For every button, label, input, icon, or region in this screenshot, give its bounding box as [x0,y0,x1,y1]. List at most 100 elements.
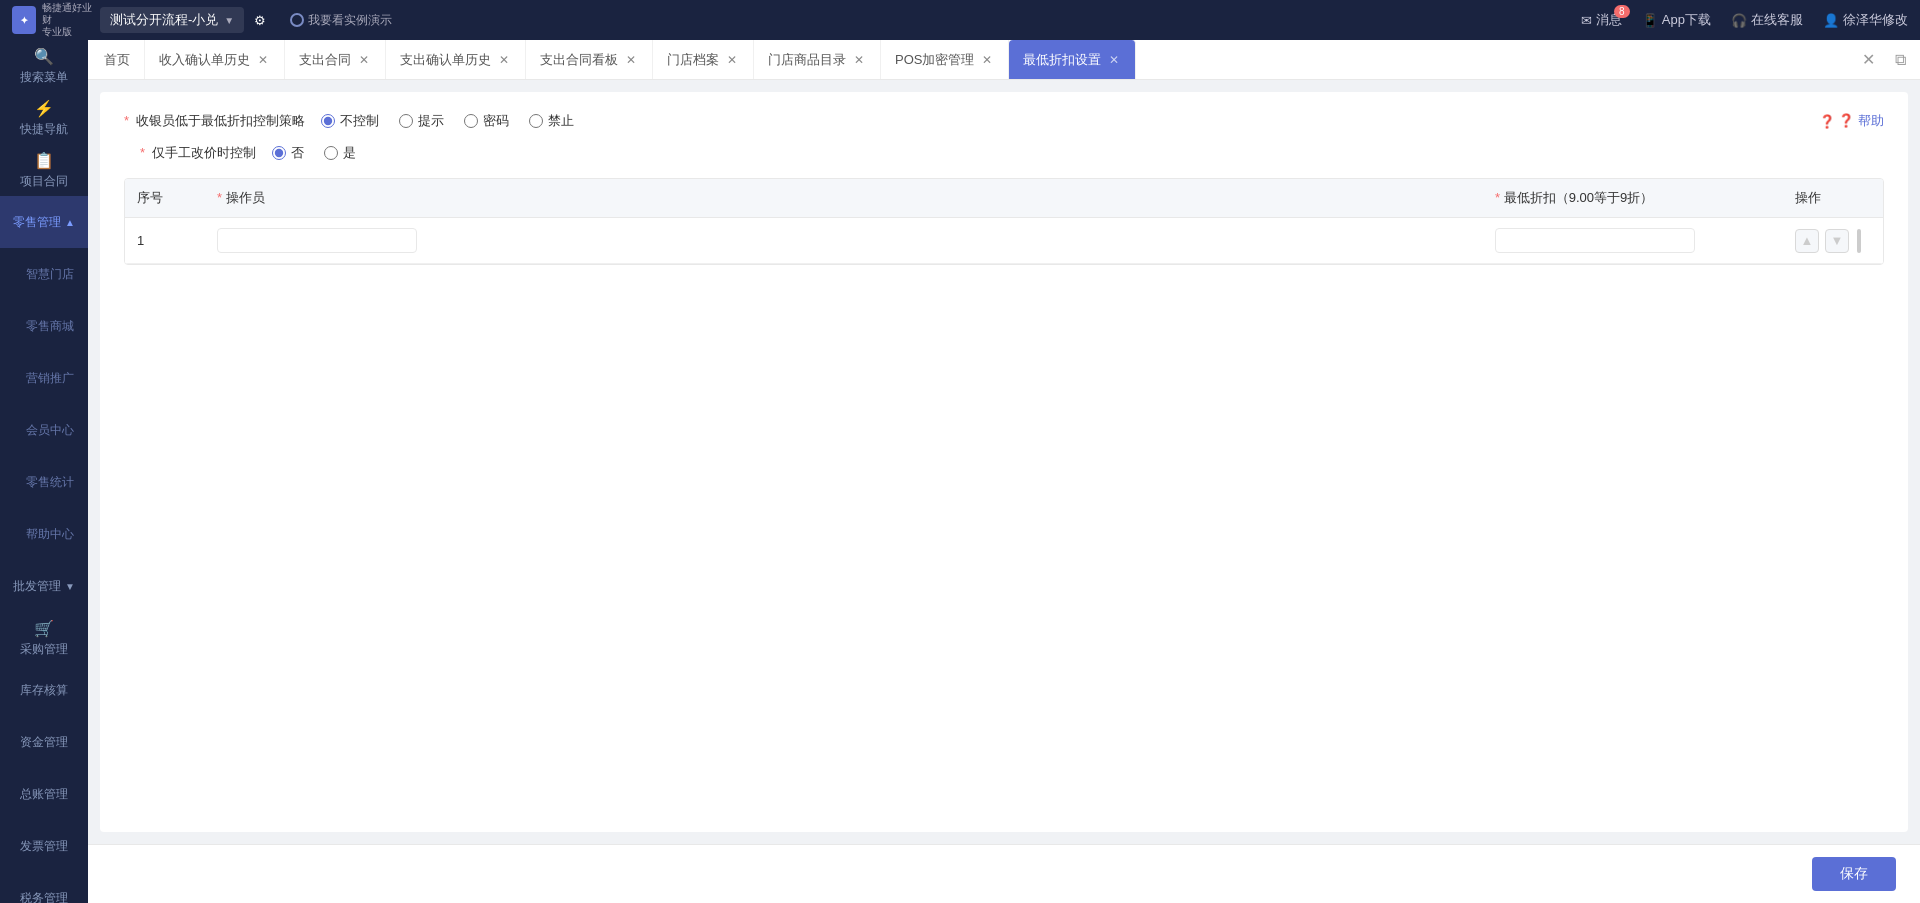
td-actions-1: ▲ ▼ [1783,219,1883,263]
contract-icon: 📋 [34,151,54,170]
sidebar-item-invoice-mgmt[interactable]: 税务管理 [0,872,88,903]
tab-close-payment-contract[interactable]: ✕ [357,53,371,67]
page-content: * 收银员低于最低折扣控制策略 不控制 提示 [88,80,1920,844]
maximize-tab-button[interactable]: ⧉ [1889,49,1912,71]
radio-forbid-input[interactable] [529,114,543,128]
sidebar-item-marketing[interactable]: 营销推广 [0,352,88,404]
form-row-discount-control: * 收银员低于最低折扣控制策略 不控制 提示 [124,112,1884,130]
tab-income-confirm-history[interactable]: 收入确认单历史 ✕ [145,40,285,80]
move-down-button[interactable]: ▼ [1825,229,1849,253]
tab-store-files[interactable]: 门店档案 ✕ [653,40,754,80]
ecommerce-icon: 🛒 [34,619,54,638]
td-seq-1: 1 [125,223,205,258]
sidebar-item-fund-mgmt[interactable]: 总账管理 [0,768,88,820]
table-header: 序号 * 操作员 * 最低折扣（9.00等于9折） 操作 [125,179,1883,218]
td-operator-1[interactable] [205,218,1483,263]
radio-yes-input[interactable] [324,146,338,160]
main-layout: 🔍 搜索菜单 ⚡ 快捷导航 📋 项目合同 零售管理 ▲ 智慧门店 零售商城 营销… [0,40,1920,903]
project-dropdown-arrow: ▼ [224,15,234,26]
radio-forbid[interactable]: 禁止 [529,112,574,130]
tab-close-store-files[interactable]: ✕ [725,53,739,67]
min-discount-input[interactable] [1495,228,1695,253]
close-tab-button[interactable]: ✕ [1856,48,1881,71]
radio-no[interactable]: 否 [272,144,304,162]
sidebar-item-quick-nav[interactable]: ⚡ 快捷导航 [0,92,88,144]
tab-bar-actions: ✕ ⧉ [1856,48,1912,71]
form-row-manual-price-control: * 仅手工改价时控制 否 是 [124,144,1884,162]
tab-payment-contract[interactable]: 支出合同 ✕ [285,40,386,80]
sidebar-item-retail-mall[interactable]: 零售商城 [0,300,88,352]
radio-no-input[interactable] [272,146,286,160]
tab-payment-confirm-history[interactable]: 支出确认单历史 ✕ [386,40,526,80]
radio-no-control-input[interactable] [321,114,335,128]
app-download-item[interactable]: 📱 App下载 [1642,11,1711,29]
required-marker-2: * [140,145,145,160]
tab-home[interactable]: 首页 [96,40,145,80]
save-button[interactable]: 保存 [1812,857,1896,891]
tab-close-min-discount-settings[interactable]: ✕ [1107,53,1121,67]
message-badge: 8 [1614,5,1630,18]
sidebar-item-smart-store[interactable]: 智慧门店 [0,248,88,300]
tab-close-income-confirm-history[interactable]: ✕ [256,53,270,67]
top-bar-right: ✉ 消息 8 📱 App下载 🎧 在线客服 👤 徐泽华修改 [1581,11,1908,29]
help-icon: ❓ [1819,114,1835,129]
radio-yes[interactable]: 是 [324,144,356,162]
project-name: 测试分开流程-小兑 [110,11,218,29]
radio-prompt[interactable]: 提示 [399,112,444,130]
manual-price-control-label: * 仅手工改价时控制 [140,144,256,162]
search-icon: 🔍 [34,47,54,66]
sidebar-item-project-contract[interactable]: 📋 项目合同 [0,144,88,196]
operator-input[interactable] [217,228,417,253]
discount-control-radio-group: 不控制 提示 密码 禁止 [321,112,574,130]
message-icon: ✉ [1581,13,1592,28]
demo-dot-icon [290,13,304,27]
th-actions: 操作 [1783,179,1883,217]
sidebar-item-purchase-mgmt[interactable]: 库存核算 [0,664,88,716]
td-min-discount-1[interactable] [1483,218,1783,263]
message-item[interactable]: ✉ 消息 8 [1581,11,1622,29]
radio-password-input[interactable] [464,114,478,128]
scroll-indicator [1857,229,1861,253]
sidebar-item-help-center[interactable]: 帮助中心 [0,508,88,560]
online-support-item[interactable]: 🎧 在线客服 [1731,11,1803,29]
sidebar-item-member-center[interactable]: 会员中心 [0,404,88,456]
th-min-discount: * 最低折扣（9.00等于9折） [1483,179,1783,217]
tab-close-payment-confirm-history[interactable]: ✕ [497,53,511,67]
settings-gear-icon[interactable]: ⚙ [254,13,270,28]
help-link[interactable]: ❓ ❓ 帮助 [1819,112,1884,130]
app-download-icon: 📱 [1642,13,1658,28]
move-up-button[interactable]: ▲ [1795,229,1819,253]
th-seq: 序号 [125,179,205,217]
tab-pos-password-mgmt[interactable]: POS加密管理 ✕ [881,40,1009,80]
tab-close-store-product-catalog[interactable]: ✕ [852,53,866,67]
user-item[interactable]: 👤 徐泽华修改 [1823,11,1908,29]
sidebar-item-inventory[interactable]: 资金管理 [0,716,88,768]
sidebar-item-wholesale-mgmt[interactable]: 批发管理 ▼ [0,560,88,612]
th-operator: * 操作员 [205,179,1483,217]
sidebar-item-ledger[interactable]: 发票管理 [0,820,88,872]
radio-prompt-input[interactable] [399,114,413,128]
tab-payment-contract-board[interactable]: 支出合同看板 ✕ [526,40,653,80]
lightning-icon: ⚡ [34,99,54,118]
user-avatar-icon: 👤 [1823,13,1839,28]
logo-text: 畅捷通好业财 专业版 [42,2,92,38]
project-selector[interactable]: 测试分开流程-小兑 ▼ [100,7,244,33]
wholesale-arrow-icon: ▼ [65,581,75,592]
demo-link[interactable]: 我要看实例演示 [290,12,392,29]
logo-icon: ✦ [12,6,36,34]
sidebar-item-retail-stats[interactable]: 零售统计 [0,456,88,508]
tab-min-discount-settings[interactable]: 最低折扣设置 ✕ [1009,40,1136,80]
tab-store-product-catalog[interactable]: 门店商品目录 ✕ [754,40,881,80]
sidebar-item-ecommerce[interactable]: 🛒 采购管理 [0,612,88,664]
tab-close-payment-contract-board[interactable]: ✕ [624,53,638,67]
tab-close-pos-password-mgmt[interactable]: ✕ [980,53,994,67]
radio-password[interactable]: 密码 [464,112,509,130]
discount-control-label: * 收银员低于最低折扣控制策略 [124,112,305,130]
sidebar-item-search[interactable]: 🔍 搜索菜单 [0,40,88,92]
tab-bar: 首页 收入确认单历史 ✕ 支出合同 ✕ 支出确认单历史 ✕ 支出合同看板 ✕ 门… [88,40,1920,80]
sidebar-item-retail-mgmt[interactable]: 零售管理 ▲ [0,196,88,248]
table-row: 1 ▲ ▼ [125,218,1883,264]
radio-no-control[interactable]: 不控制 [321,112,379,130]
discount-table: 序号 * 操作员 * 最低折扣（9.00等于9折） 操作 [124,178,1884,265]
top-bar: ✦ 畅捷通好业财 专业版 测试分开流程-小兑 ▼ ⚙ 我要看实例演示 ✉ 消息 … [0,0,1920,40]
